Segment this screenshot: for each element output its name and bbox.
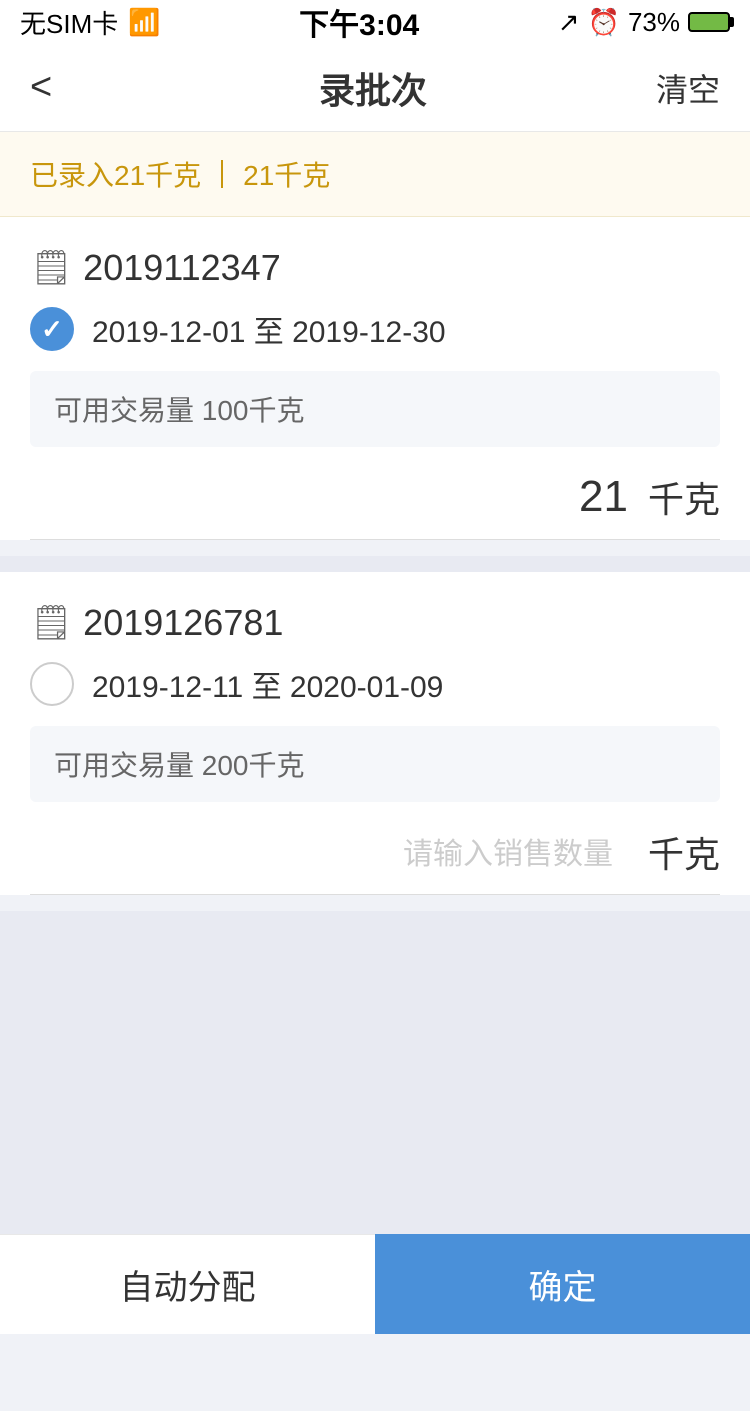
status-bar: 无SIM卡 📶 下午3:04 ↗ ⏰ 73% — [0, 0, 750, 44]
recorded-label: 已录入21千克 — [30, 154, 201, 194]
qty-row-2: 千克 — [0, 802, 750, 894]
qty-unit-1: 千克 — [648, 471, 720, 523]
carrier-text: 无SIM卡 — [20, 4, 118, 41]
battery-icon — [688, 12, 730, 32]
qty-value-1: 21 — [579, 472, 628, 522]
confirm-button[interactable]: 确定 — [375, 1234, 750, 1334]
status-right: ↗ ⏰ 73% — [558, 7, 730, 38]
batch-header-1: 🗒 2019112347 — [30, 247, 720, 289]
qty-divider-2 — [30, 894, 720, 895]
batch-header-2: 🗒 2019126781 — [30, 602, 720, 644]
alarm-icon: ⏰ — [588, 7, 620, 38]
status-time: 下午3:04 — [299, 0, 419, 44]
radio-button-2[interactable] — [30, 662, 74, 706]
batch-icon-1: 🗒 — [30, 248, 73, 288]
content-area: 🗒 2019112347 2019-12-01 至 2019-12-30 可用交… — [0, 217, 750, 1411]
clear-button[interactable]: 清空 — [656, 65, 720, 111]
qty-divider-1 — [30, 539, 720, 540]
available-qty-1: 可用交易量 100千克 — [30, 371, 720, 447]
nav-bar: < 录批次 清空 — [0, 44, 750, 132]
batch-card-2: 🗒 2019126781 2019-12-11 至 2020-01-09 可用交… — [0, 572, 750, 895]
page-title: 录批次 — [319, 62, 427, 114]
back-button[interactable]: < — [30, 66, 90, 109]
action-bar: 自动分配 确定 — [0, 1234, 750, 1334]
qty-row-1: 21 千克 — [0, 447, 750, 539]
batch-id-1: 2019112347 — [83, 247, 281, 289]
batch-card-1: 🗒 2019112347 2019-12-01 至 2019-12-30 可用交… — [0, 217, 750, 540]
summary-divider — [221, 160, 223, 188]
location-icon: ↗ — [558, 7, 580, 38]
battery-percent: 73% — [628, 7, 680, 38]
batch-icon-2: 🗒 — [30, 603, 73, 643]
radio-button-1[interactable] — [30, 307, 74, 351]
qty-input-container-2[interactable] — [30, 831, 628, 873]
auto-distribute-button[interactable]: 自动分配 — [0, 1234, 375, 1334]
batch-date-row-1[interactable]: 2019-12-01 至 2019-12-30 — [30, 307, 720, 351]
batch-date-2: 2019-12-11 至 2020-01-09 — [92, 662, 443, 706]
wifi-icon: 📶 — [128, 7, 160, 38]
qty-unit-2: 千克 — [648, 826, 720, 878]
total-label: 21千克 — [243, 154, 330, 194]
section-separator — [0, 556, 750, 572]
qty-input-2[interactable] — [368, 831, 628, 873]
batch-date-row-2[interactable]: 2019-12-11 至 2020-01-09 — [30, 662, 720, 706]
status-left: 无SIM卡 📶 — [20, 4, 161, 41]
summary-bar: 已录入21千克 21千克 — [0, 132, 750, 217]
available-qty-2: 可用交易量 200千克 — [30, 726, 720, 802]
batch-date-1: 2019-12-01 至 2019-12-30 — [92, 307, 446, 351]
batch-id-2: 2019126781 — [83, 602, 283, 644]
